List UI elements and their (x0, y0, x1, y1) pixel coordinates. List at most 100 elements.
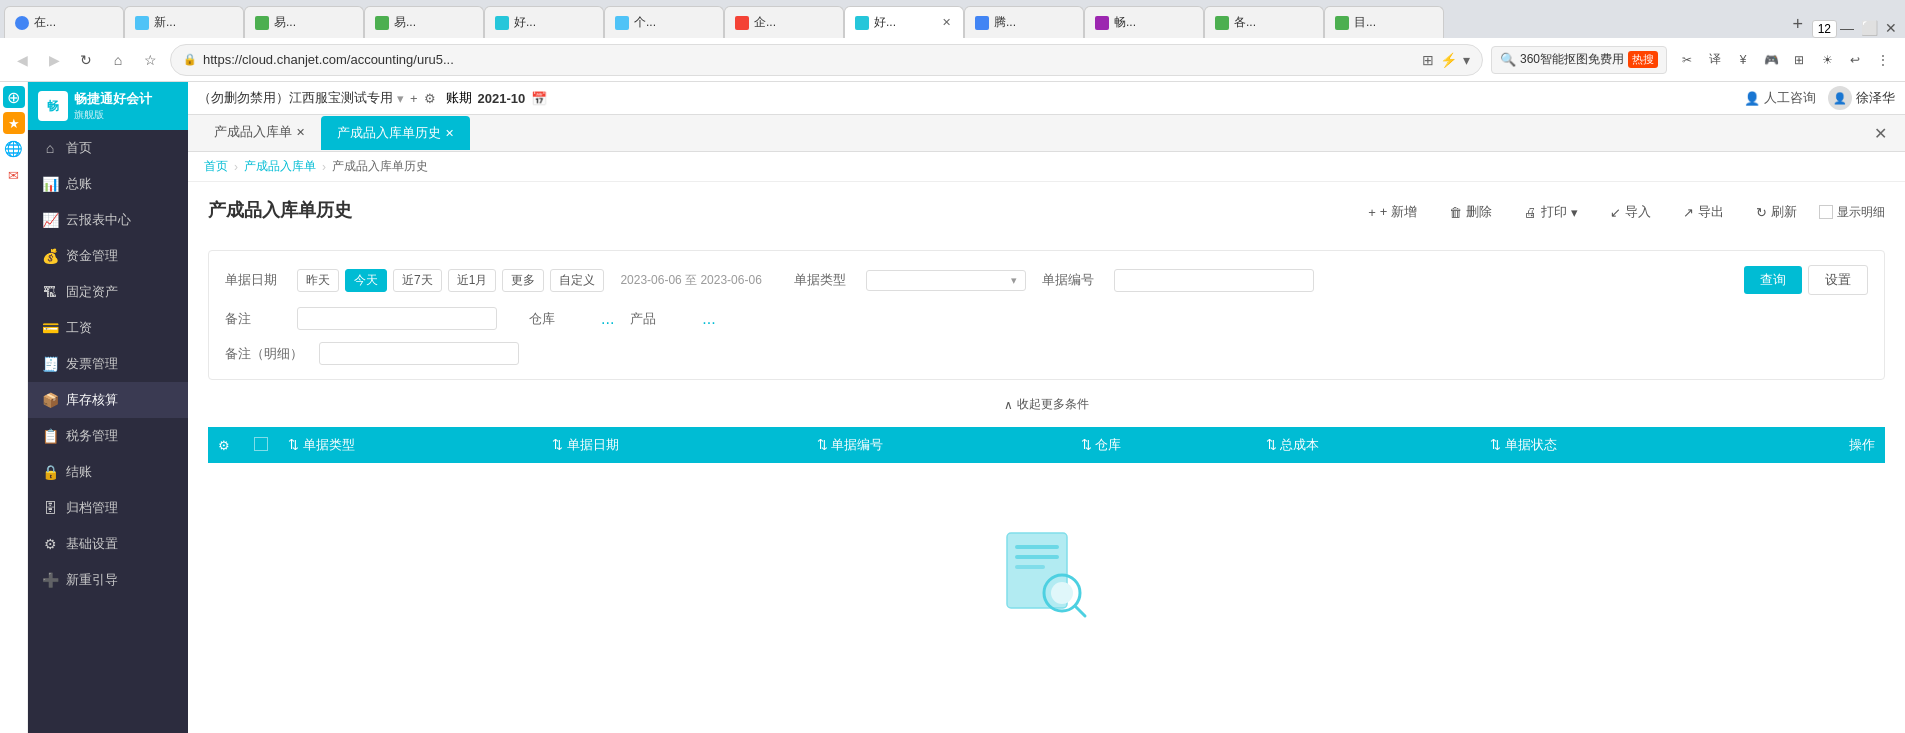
minimize-button[interactable]: — (1837, 18, 1857, 38)
scissor-icon[interactable]: ✂ (1675, 48, 1699, 72)
sidebar-item-checkout[interactable]: 🔒 结账 (28, 454, 188, 490)
grid2-icon[interactable]: ⊞ (1787, 48, 1811, 72)
sidebar-item-reports[interactable]: 📈 云报表中心 (28, 202, 188, 238)
panel-close-button[interactable]: ✕ (1866, 124, 1895, 143)
inner-tab-close-list[interactable]: ✕ (296, 126, 305, 139)
grid-icon: ⊞ (1422, 52, 1434, 68)
browser-tab-4[interactable]: 易... (364, 6, 484, 38)
inner-tab-list[interactable]: 产成品入库单 ✕ (198, 115, 321, 151)
browser-tab-5[interactable]: 好... (484, 6, 604, 38)
browser-tab-7[interactable]: 企... (724, 6, 844, 38)
forward-button[interactable]: ▶ (42, 48, 66, 72)
export-button[interactable]: ↗ 导出 (1673, 199, 1734, 225)
table-col-number[interactable]: ⇅ 单据编号 (807, 427, 1071, 463)
date-today-btn[interactable]: 今天 (345, 269, 387, 292)
query-button[interactable]: 查询 (1744, 266, 1802, 294)
back-button[interactable]: ◀ (10, 48, 34, 72)
sidebar-item-funds[interactable]: 💰 资金管理 (28, 238, 188, 274)
type-filter-label: 单据类型 (794, 271, 850, 289)
table-col-cost[interactable]: ⇅ 总成本 (1256, 427, 1481, 463)
tab-close-8[interactable]: ✕ (940, 15, 953, 30)
delete-button[interactable]: 🗑 删除 (1439, 199, 1502, 225)
remark-filter-input[interactable] (297, 307, 497, 330)
user-service-button[interactable]: 👤 人工咨询 (1744, 89, 1816, 107)
table-col-checkbox[interactable] (244, 427, 278, 463)
date-more-btn[interactable]: 更多 (502, 269, 544, 292)
delete-label: 删除 (1466, 203, 1492, 221)
strip-icon-4[interactable]: ✉ (3, 164, 25, 186)
collapse-button[interactable]: ∧ 收起更多条件 (1000, 392, 1093, 417)
sidebar-item-label-archive: 归档管理 (66, 499, 118, 517)
date-month-btn[interactable]: 近1月 (448, 269, 497, 292)
add-org-button[interactable]: + (410, 91, 418, 106)
translate-icon[interactable]: 译 (1703, 48, 1727, 72)
url-bar[interactable]: 🔒 https://cloud.chanjet.com/accounting/u… (170, 44, 1483, 76)
browser-tab-3[interactable]: 易... (244, 6, 364, 38)
chevron-down-icon[interactable]: ▾ (1463, 52, 1470, 68)
currency-icon[interactable]: ¥ (1731, 48, 1755, 72)
browser-tab-10[interactable]: 畅... (1084, 6, 1204, 38)
settings-org-button[interactable]: ⚙ (424, 91, 436, 106)
new-tab-button[interactable]: + (1784, 10, 1812, 38)
undo-icon[interactable]: ↩ (1843, 48, 1867, 72)
page-toolbar: + + 新增 🗑 删除 🖨 打印 ▾ (1358, 199, 1885, 225)
number-filter-input[interactable] (1114, 269, 1314, 292)
sun-icon[interactable]: ☀ (1815, 48, 1839, 72)
sidebar-item-fixed[interactable]: 🏗 固定资产 (28, 274, 188, 310)
sidebar-item-salary[interactable]: 💳 工资 (28, 310, 188, 346)
inner-tab-close-history[interactable]: ✕ (445, 127, 454, 140)
inner-tab-history[interactable]: 产成品入库单历史 ✕ (321, 116, 470, 150)
date-yesterday-btn[interactable]: 昨天 (297, 269, 339, 292)
date-custom-btn[interactable]: 自定义 (550, 269, 604, 292)
breadcrumb-list[interactable]: 产成品入库单 (244, 158, 316, 175)
refresh-browser-button[interactable]: ↻ (74, 48, 98, 72)
product-dots[interactable]: ... (702, 310, 715, 328)
browser-tab-12[interactable]: 目... (1324, 6, 1444, 38)
search-bar[interactable]: 🔍 360智能抠图免费用 热搜 (1491, 46, 1667, 74)
show-cols-toggle[interactable]: 显示明细 (1819, 204, 1885, 221)
browser-tab-11[interactable]: 各... (1204, 6, 1324, 38)
sidebar-item-tax[interactable]: 📋 税务管理 (28, 418, 188, 454)
close-window-button[interactable]: ✕ (1881, 18, 1901, 38)
browser-tab-8[interactable]: 好... ✕ (844, 6, 964, 38)
browser-tab-9[interactable]: 腾... (964, 6, 1084, 38)
newbill-icon: ➕ (42, 572, 58, 588)
account-select[interactable]: （勿删勿禁用）江西服宝测试专用 ▾ (198, 89, 404, 107)
import-button[interactable]: ↙ 导入 (1600, 199, 1661, 225)
sidebar-item-inventory[interactable]: 📦 库存核算 (28, 382, 188, 418)
sidebar-item-archive[interactable]: 🗄 归档管理 (28, 490, 188, 526)
game-icon[interactable]: 🎮 (1759, 48, 1783, 72)
sidebar-item-home[interactable]: ⌂ 首页 (28, 130, 188, 166)
browser-tab-2[interactable]: 新... (124, 6, 244, 38)
remark-detail-input[interactable] (319, 342, 519, 365)
warehouse-dots[interactable]: ... (601, 310, 614, 328)
strip-icon-1[interactable]: ⊕ (3, 86, 25, 108)
sidebar-item-ledger[interactable]: 📊 总账 (28, 166, 188, 202)
strip-icon-2[interactable]: ★ (3, 112, 25, 134)
bookmark-button[interactable]: ☆ (138, 48, 162, 72)
calendar-icon[interactable]: 📅 (531, 91, 547, 106)
maximize-button[interactable]: ⬜ (1859, 18, 1879, 38)
sidebar-item-invoice[interactable]: 🧾 发票管理 (28, 346, 188, 382)
sidebar-item-newbill[interactable]: ➕ 新重引导 (28, 562, 188, 598)
strip-icon-3[interactable]: 🌐 (3, 138, 25, 160)
sidebar-item-basic[interactable]: ⚙ 基础设置 (28, 526, 188, 562)
table-col-status[interactable]: ⇅ 单据状态 (1480, 427, 1744, 463)
print-button[interactable]: 🖨 打印 ▾ (1514, 199, 1588, 225)
breadcrumb-home[interactable]: 首页 (204, 158, 228, 175)
browser-tab-6[interactable]: 个... (604, 6, 724, 38)
more-icon[interactable]: ⋮ (1871, 48, 1895, 72)
date-7days-btn[interactable]: 近7天 (393, 269, 442, 292)
sort-date-icon: ⇅ (552, 437, 563, 452)
filter-settings-button[interactable]: 设置 (1808, 265, 1868, 295)
new-button[interactable]: + + 新增 (1358, 199, 1427, 225)
type-select-arrow: ▾ (1011, 274, 1017, 287)
home-browser-button[interactable]: ⌂ (106, 48, 130, 72)
table-col-type[interactable]: ⇅ 单据类型 (278, 427, 542, 463)
table-col-warehouse[interactable]: ⇅ 仓库 (1071, 427, 1256, 463)
refresh-page-button[interactable]: ↻ 刷新 (1746, 199, 1807, 225)
table-col-gear[interactable]: ⚙ (208, 427, 244, 463)
type-select[interactable]: ▾ (866, 270, 1026, 291)
browser-tab-1[interactable]: 在... (4, 6, 124, 38)
table-col-date[interactable]: ⇅ 单据日期 (542, 427, 806, 463)
